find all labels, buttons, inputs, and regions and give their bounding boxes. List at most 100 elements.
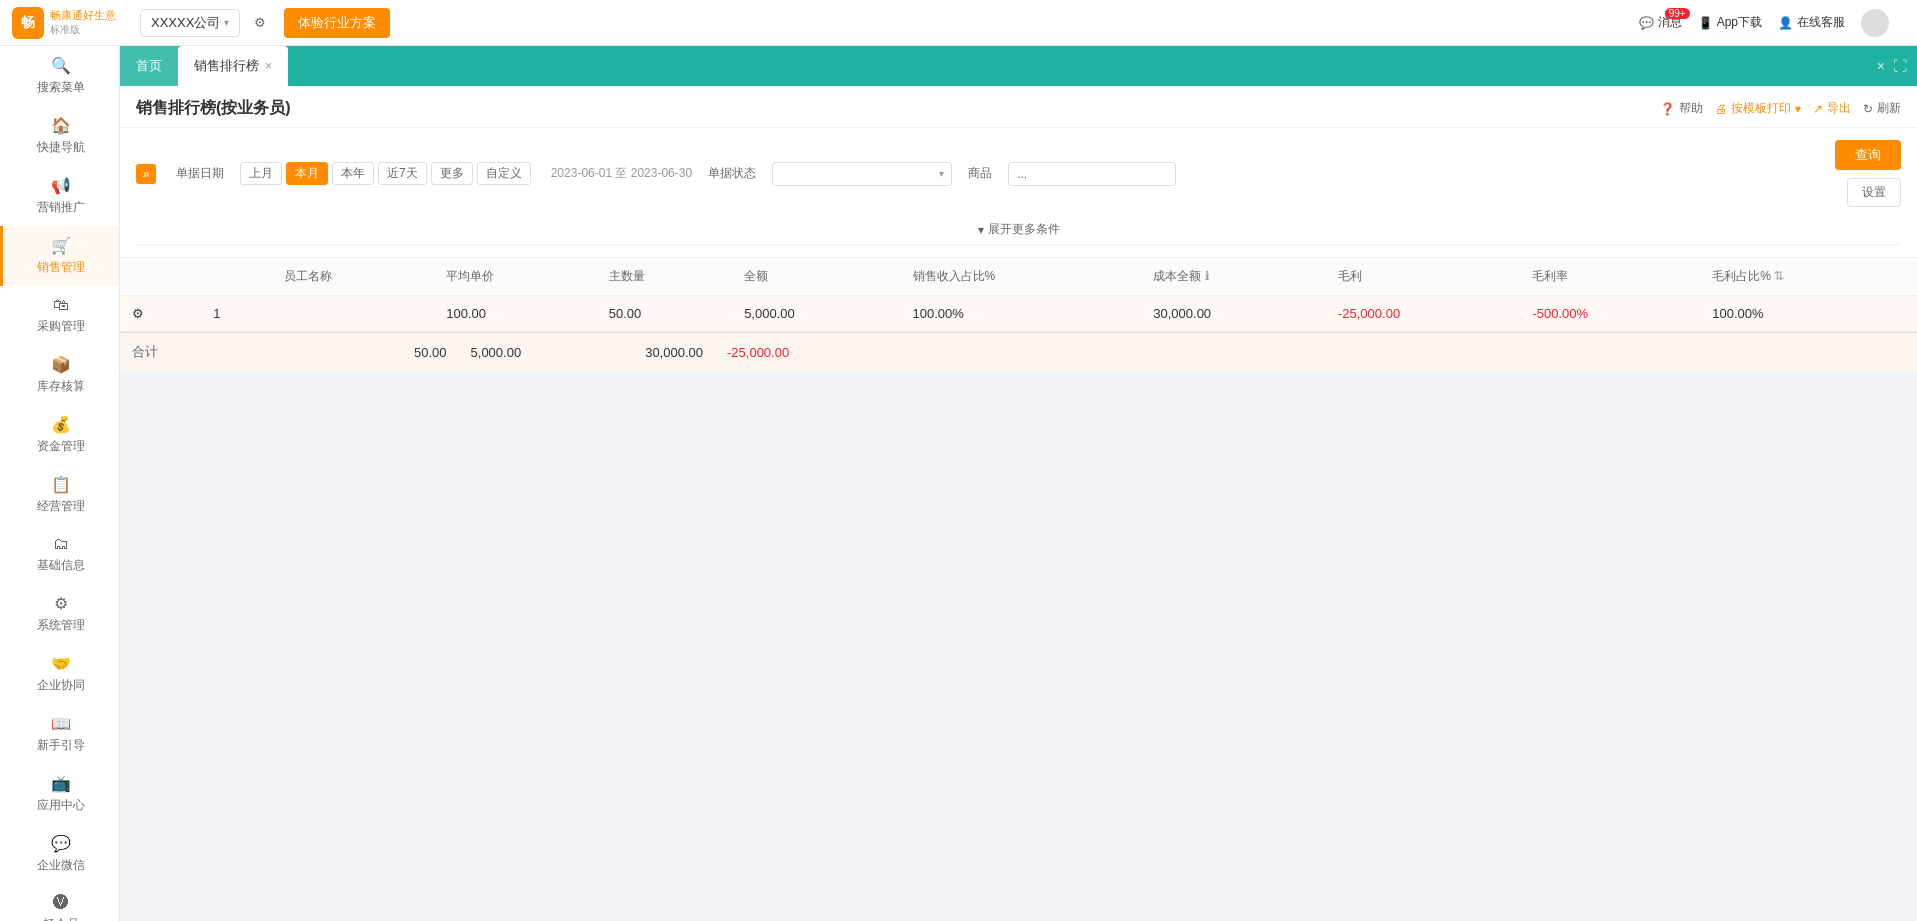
export-icon: ↗ [1813,102,1823,116]
footer-label: 合计 [132,343,252,361]
sidebar-label-finance: 资金管理 [37,438,85,455]
tab-minimize-icon[interactable]: × [1877,58,1885,74]
sidebar-label-search: 搜索菜单 [37,79,85,96]
refresh-button[interactable]: ↻ 刷新 [1863,100,1901,117]
sidebar-item-basic[interactable]: 🗂 基础信息 [0,525,119,584]
query-button[interactable]: 查询 [1835,140,1901,170]
print-icon: 🖨 [1715,102,1727,116]
col-header-rank [201,258,271,296]
sidebar-item-member[interactable]: 🅥 畅会员 [0,884,119,921]
sidebar-icon-member: 🅥 [53,894,69,912]
page-header: 销售排行榜(按业务员) ❓ 帮助 🖨 按模板打印 ▾ [120,86,1917,128]
sidebar-item-operations[interactable]: 📋 经营管理 [0,465,119,525]
trial-button[interactable]: 体验行业方案 [284,8,390,38]
tab-close-icon[interactable]: × [265,59,272,73]
logo-area: 畅 畅康通好生意 标准版 [12,7,132,39]
sidebar-label-operations: 经营管理 [37,498,85,515]
cell-sales_pct: 100.00% [901,296,1142,332]
cell-amount: 5,000.00 [732,296,900,332]
col-header-gross_rate: 毛利率 [1520,258,1700,296]
sidebar-label-wechat: 企业微信 [37,857,85,874]
tab-maximize-icon[interactable]: ⛶ [1893,58,1907,74]
date-btn-本月[interactable]: 本月 [286,162,328,185]
table-row: ⚙1100.0050.005,000.00100.00%30,000.00-25… [120,296,1917,332]
home-tab-label: 首页 [136,57,162,75]
company-selector[interactable]: XXXXX公司 ▾ [140,9,240,37]
footer-cells: 50.00 5,000.00 30,000.00 -25,000.00 [252,345,1905,360]
sidebar-item-guide[interactable]: 📖 新手引导 [0,704,119,764]
date-btn-上月[interactable]: 上月 [240,162,282,185]
col-header-avg_price: 平均单价 [434,258,597,296]
content-area: 首页 销售排行榜 × × ⛶ 销售排行榜(按业务员) [120,46,1917,921]
sidebar-icon-search: 🔍 [51,56,71,75]
sidebar-label-quick: 快捷导航 [37,139,85,156]
cost-info-icon[interactable]: ℹ [1205,269,1210,283]
table-header-row: 员工名称平均单价主数量全额销售收入占比%成本全额 ℹ毛利毛利率毛利占比% ⇅ [120,258,1917,296]
app-download-button[interactable]: 📱 App下载 [1698,14,1762,31]
col-header-name: 员工名称 [272,258,435,296]
date-btn-更多[interactable]: 更多 [431,162,473,185]
filter-toggle-icon: » [136,164,156,184]
sidebar-item-collab[interactable]: 🤝 企业协同 [0,644,119,704]
sidebar-label-apps: 应用中心 [37,797,85,814]
logo-subtitle: 标准版 [50,23,116,37]
cell-gross: -25,000.00 [1326,296,1520,332]
col-header-quantity: 主数量 [597,258,732,296]
app-label: App下载 [1717,14,1762,31]
sidebar-icon-finance: 💰 [51,415,71,434]
gross-pct-sort-icon[interactable]: ⇅ [1774,269,1784,283]
message-button[interactable]: 💬 消息 99+ [1639,14,1682,31]
sidebar-item-wechat[interactable]: 💬 企业微信 [0,824,119,884]
sidebar-item-finance[interactable]: 💰 资金管理 [0,405,119,465]
topbar-right: 💬 消息 99+ 📱 App下载 👤 在线客服 [1639,9,1905,37]
table-head: 员工名称平均单价主数量全额销售收入占比%成本全额 ℹ毛利毛利率毛利占比% ⇅ [120,258,1917,296]
sidebar-item-inventory[interactable]: 📦 库存核算 [0,345,119,405]
refresh-label: 刷新 [1877,100,1901,117]
col-header-gross: 毛利 [1326,258,1520,296]
status-select[interactable] [772,162,952,186]
app-wrapper: 畅 畅康通好生意 标准版 XXXXX公司 ▾ ⚙ 体验行业方案 💬 消息 99+… [0,0,1917,921]
col-header-cost: 成本全额 ℹ [1141,258,1326,296]
sidebar-icon-sales: 🛒 [51,236,71,255]
export-button[interactable]: ↗ 导出 [1813,100,1851,117]
sidebar-item-marketing[interactable]: 📢 营销推广 [0,166,119,226]
sidebar-icon-collab: 🤝 [51,654,71,673]
tab-bar: 首页 销售排行榜 × × ⛶ [120,46,1917,86]
sidebar-item-apps[interactable]: 📺 应用中心 [0,764,119,824]
tab-bar-right: × ⛶ [1877,58,1917,74]
filter-right: 查询 设置 [1835,140,1901,207]
date-btn-自定义[interactable]: 自定义 [477,162,531,185]
sidebar-icon-guide: 📖 [51,714,71,733]
filter-toggle-btn[interactable]: » [136,164,156,184]
sidebar-item-quick[interactable]: 🏠 快捷导航 [0,106,119,166]
sidebar-icon-operations: 📋 [51,475,71,494]
footer-quantity-val: 50.00 [402,345,459,360]
date-filter-label: 单据日期 [176,165,224,182]
goods-input[interactable] [1008,162,1176,186]
avatar[interactable] [1861,9,1889,37]
cell-gear: ⚙ [120,296,201,332]
sidebar-item-sales[interactable]: 🛒 销售管理 [0,226,119,286]
date-range-text: 2023-06-01 至 2023-06-30 [551,165,692,182]
table-footer: 合计 50.00 5,000.00 30,000.00 -25,000.00 [120,332,1917,371]
topbar-settings-icon[interactable]: ⚙ [246,9,274,37]
sidebar-icon-purchase: 🛍 [53,296,69,314]
page-title: 销售排行榜(按业务员) [136,98,291,119]
sidebar-item-purchase[interactable]: 🛍 采购管理 [0,286,119,345]
message-icon: 💬 [1639,16,1654,30]
date-btn-近7天[interactable]: 近7天 [378,162,427,185]
expand-conditions-btn[interactable]: ▾ 展开更多条件 [978,221,1060,238]
data-table: 员工名称平均单价主数量全额销售收入占比%成本全额 ℹ毛利毛利率毛利占比% ⇅ ⚙… [120,258,1917,332]
tab-home[interactable]: 首页 [120,46,178,86]
sidebar-item-search[interactable]: 🔍 搜索菜单 [0,46,119,106]
cell-avg_price: 100.00 [434,296,597,332]
tab-sales-ranking[interactable]: 销售排行榜 × [178,46,288,86]
sidebar-item-system[interactable]: ⚙ 系统管理 [0,584,119,644]
date-btn-本年[interactable]: 本年 [332,162,374,185]
print-button[interactable]: 🖨 按模板打印 ▾ [1715,100,1801,117]
help-button[interactable]: ❓ 帮助 [1660,100,1703,117]
online-service-button[interactable]: 👤 在线客服 [1778,14,1845,31]
set-button[interactable]: 设置 [1847,178,1901,207]
footer-cost-val: 30,000.00 [633,345,715,360]
table-wrap: 员工名称平均单价主数量全额销售收入占比%成本全额 ℹ毛利毛利率毛利占比% ⇅ ⚙… [120,258,1917,332]
